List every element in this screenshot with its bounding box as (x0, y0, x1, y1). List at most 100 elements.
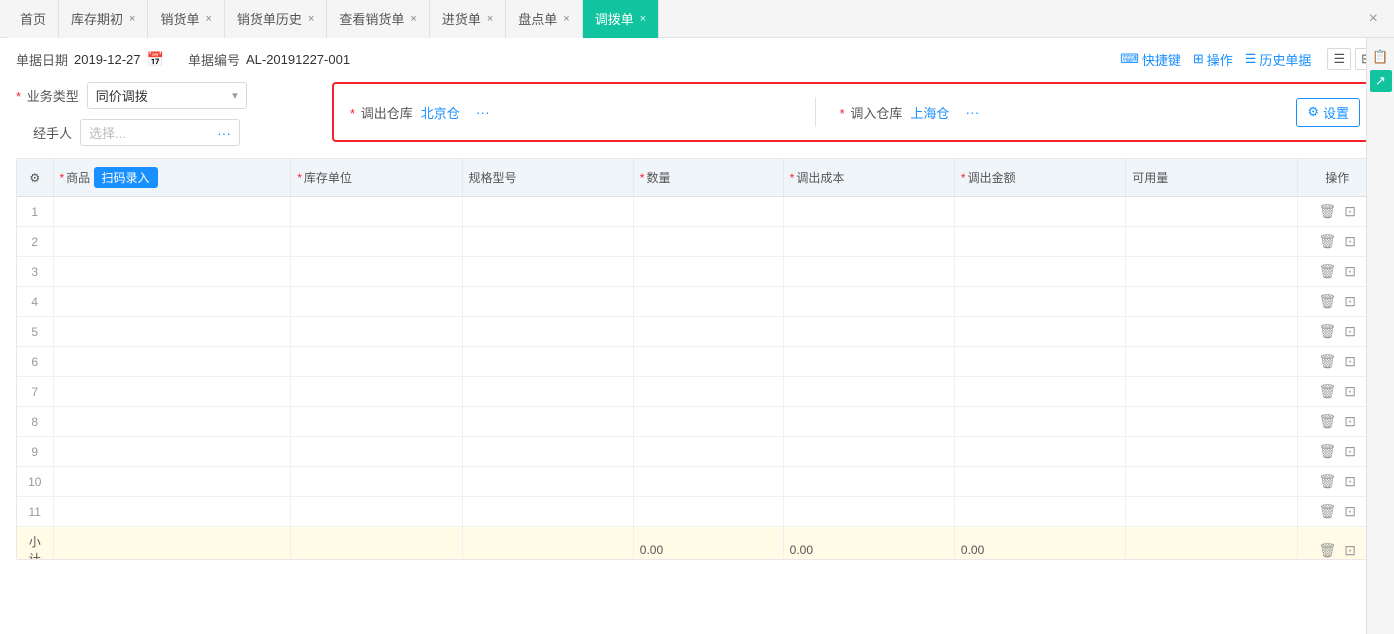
row-amount[interactable] (954, 197, 1125, 227)
delete-icon[interactable]: 🗑 (1318, 473, 1336, 490)
delete-icon[interactable]: 🗑 (1318, 233, 1336, 250)
history-button[interactable]: ☰ 历史单据 (1245, 50, 1312, 69)
row-qty[interactable] (633, 497, 783, 527)
row-cost[interactable] (783, 227, 954, 257)
row-amount[interactable] (954, 257, 1125, 287)
row-qty[interactable] (633, 227, 783, 257)
copy-icon[interactable]: ⊡ (1344, 263, 1356, 280)
row-qty[interactable] (633, 437, 783, 467)
row-product[interactable] (53, 197, 291, 227)
copy-icon[interactable]: ⊡ (1344, 503, 1356, 520)
row-product[interactable] (53, 227, 291, 257)
close-icon[interactable]: × (640, 13, 646, 25)
close-icon[interactable]: × (129, 13, 135, 25)
close-icon[interactable]: × (563, 13, 569, 25)
scan-button[interactable]: 扫码录入 (94, 167, 158, 188)
column-gear[interactable]: ⚙ (17, 159, 53, 197)
tab-sales-order[interactable]: 销货单 × (148, 0, 224, 38)
row-amount[interactable] (954, 407, 1125, 437)
shortcut-button[interactable]: ⌨ 快捷键 (1120, 50, 1181, 69)
tab-sales-history[interactable]: 销货单历史 × (225, 0, 327, 38)
sidebar-external-icon[interactable]: ↗ (1370, 70, 1392, 92)
copy-icon[interactable]: ⊡ (1344, 443, 1356, 460)
layout-list-button[interactable]: ☰ (1327, 48, 1351, 70)
copy-icon[interactable]: ⊡ (1344, 383, 1356, 400)
row-qty[interactable] (633, 377, 783, 407)
row-product[interactable] (53, 407, 291, 437)
copy-icon[interactable]: ⊡ (1344, 233, 1356, 250)
delete-icon[interactable]: 🗑 (1318, 203, 1336, 220)
business-type-dropdown[interactable]: 同价调拨 ▾ (87, 82, 247, 109)
row-amount[interactable] (954, 437, 1125, 467)
row-qty[interactable] (633, 467, 783, 497)
delete-icon[interactable]: 🗑 (1318, 323, 1336, 340)
close-icon[interactable]: × (487, 13, 493, 25)
row-cost[interactable] (783, 497, 954, 527)
close-icon[interactable]: × (308, 13, 314, 25)
copy-icon[interactable]: ⊡ (1344, 293, 1356, 310)
person-selector[interactable]: 选择... ··· (80, 119, 240, 146)
close-all-button[interactable]: × (1361, 10, 1386, 28)
copy-icon[interactable]: ⊡ (1344, 473, 1356, 490)
row-cost[interactable] (783, 467, 954, 497)
row-qty[interactable] (633, 317, 783, 347)
row-product[interactable] (53, 257, 291, 287)
row-product[interactable] (53, 347, 291, 377)
row-cost[interactable] (783, 347, 954, 377)
row-cost[interactable] (783, 317, 954, 347)
row-amount[interactable] (954, 377, 1125, 407)
copy-icon[interactable]: ⊡ (1344, 542, 1356, 559)
operations-button[interactable]: ⊞ 操作 (1193, 50, 1233, 69)
warehouse-out-more-icon[interactable]: ··· (476, 104, 490, 120)
row-product[interactable] (53, 497, 291, 527)
calendar-icon[interactable]: 📅 (147, 51, 164, 68)
row-amount[interactable] (954, 467, 1125, 497)
row-amount[interactable] (954, 287, 1125, 317)
delete-icon[interactable]: 🗑 (1318, 383, 1336, 400)
row-product[interactable] (53, 437, 291, 467)
row-qty[interactable] (633, 347, 783, 377)
delete-icon[interactable]: 🗑 (1318, 542, 1336, 559)
tab-stocktake[interactable]: 盘点单 × (506, 0, 582, 38)
tab-purchase[interactable]: 进货单 × (430, 0, 506, 38)
table-scroll[interactable]: ⚙ *商品 扫码录入 *库存单位 规格型号 *数量 (17, 159, 1377, 559)
delete-icon[interactable]: 🗑 (1318, 413, 1336, 430)
row-cost[interactable] (783, 287, 954, 317)
gear-icon[interactable]: ⚙ (29, 171, 40, 185)
row-product[interactable] (53, 377, 291, 407)
row-qty[interactable] (633, 257, 783, 287)
row-amount[interactable] (954, 497, 1125, 527)
tab-transfer[interactable]: 调拨单 × (583, 0, 659, 38)
sidebar-notes-icon[interactable]: 📋 (1370, 46, 1392, 68)
row-product[interactable] (53, 467, 291, 497)
row-qty[interactable] (633, 287, 783, 317)
copy-icon[interactable]: ⊡ (1344, 353, 1356, 370)
settings-button[interactable]: ⚙ 设置 (1296, 98, 1360, 127)
row-cost[interactable] (783, 377, 954, 407)
row-product[interactable] (53, 317, 291, 347)
row-amount[interactable] (954, 227, 1125, 257)
row-cost[interactable] (783, 437, 954, 467)
row-amount[interactable] (954, 317, 1125, 347)
row-qty[interactable] (633, 407, 783, 437)
delete-icon[interactable]: 🗑 (1318, 503, 1336, 520)
close-icon[interactable]: × (205, 13, 211, 25)
tab-inventory-init[interactable]: 库存期初 × (59, 0, 148, 38)
delete-icon[interactable]: 🗑 (1318, 443, 1336, 460)
copy-icon[interactable]: ⊡ (1344, 203, 1356, 220)
tab-home[interactable]: 首页 (8, 0, 59, 38)
delete-icon[interactable]: 🗑 (1318, 263, 1336, 280)
row-qty[interactable] (633, 197, 783, 227)
copy-icon[interactable]: ⊡ (1344, 413, 1356, 430)
row-amount[interactable] (954, 347, 1125, 377)
row-cost[interactable] (783, 197, 954, 227)
warehouse-in-more-icon[interactable]: ··· (965, 104, 979, 120)
close-icon[interactable]: × (410, 13, 416, 25)
delete-icon[interactable]: 🗑 (1318, 293, 1336, 310)
row-product[interactable] (53, 287, 291, 317)
delete-icon[interactable]: 🗑 (1318, 353, 1336, 370)
copy-icon[interactable]: ⊡ (1344, 323, 1356, 340)
row-cost[interactable] (783, 407, 954, 437)
tab-view-sales[interactable]: 查看销货单 × (327, 0, 429, 38)
row-cost[interactable] (783, 257, 954, 287)
